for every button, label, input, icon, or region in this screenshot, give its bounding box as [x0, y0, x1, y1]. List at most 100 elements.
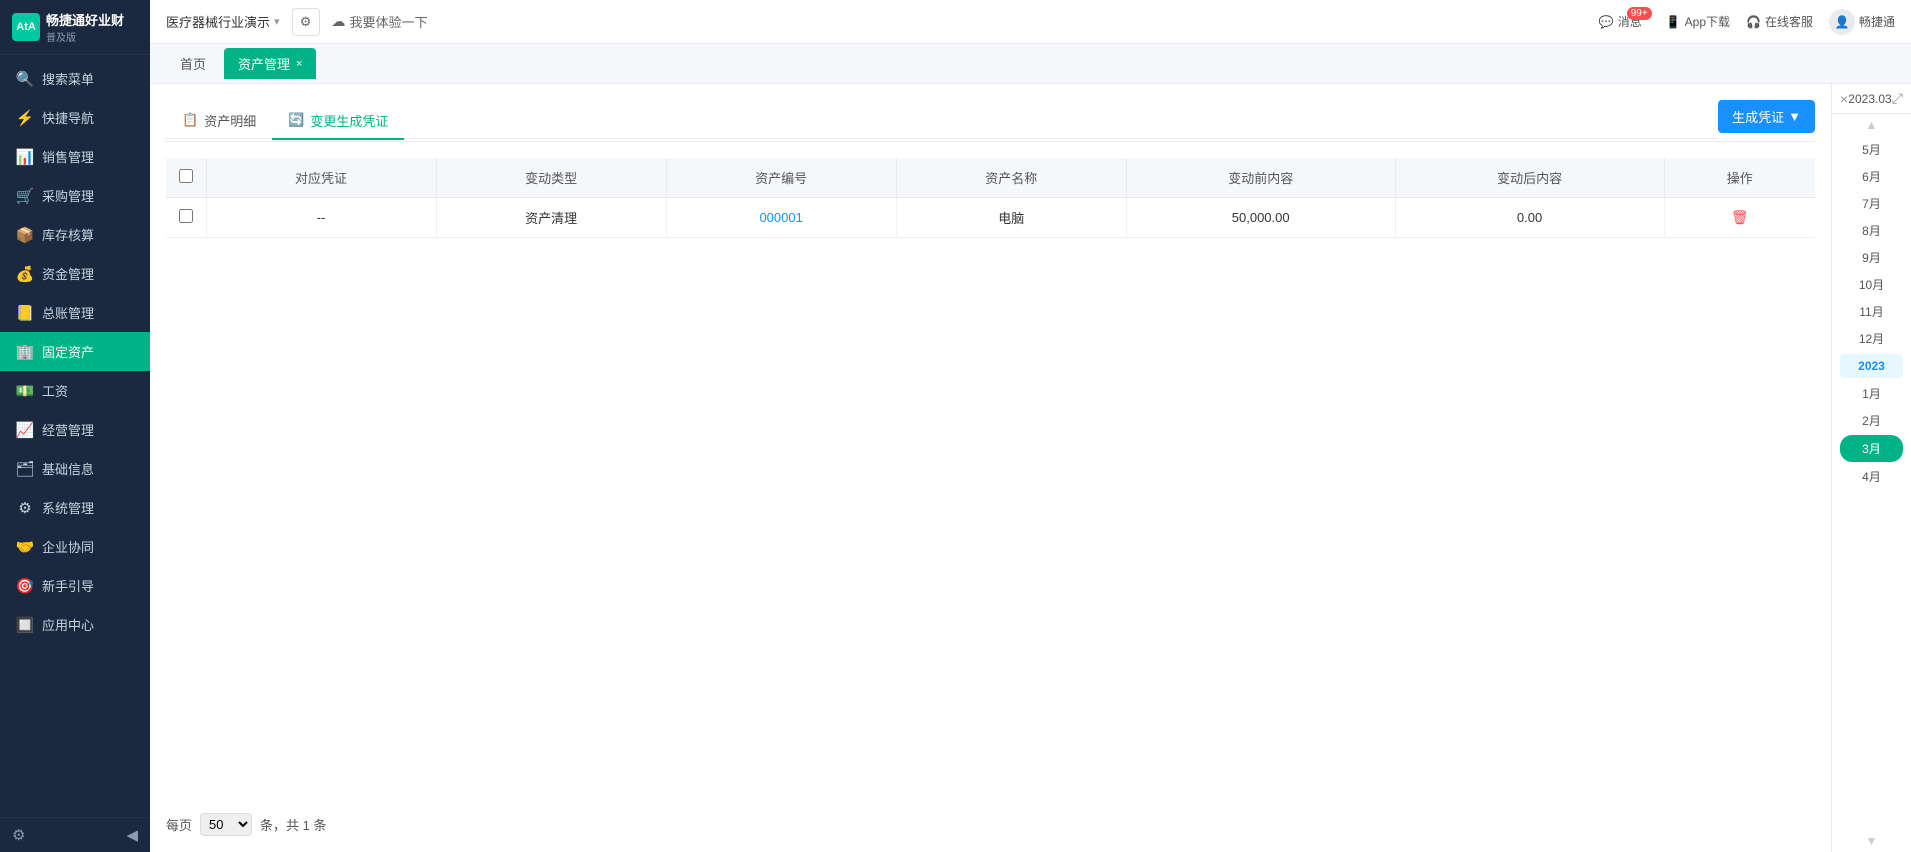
sidebar-item-cooperation[interactable]: 🤝 企业协同 — [0, 527, 150, 566]
sidebar-item-basic-info[interactable]: 🗂 基础信息 — [0, 449, 150, 488]
sidebar-label-finance: 资金管理 — [42, 264, 94, 283]
user-menu[interactable]: 👤 畅捷通 — [1829, 9, 1895, 35]
sidebar-label-app-center: 应用中心 — [42, 615, 94, 634]
sidebar-label-search: 搜索菜单 — [42, 69, 94, 88]
month-item-9[interactable]: 9月 — [1832, 244, 1911, 271]
scroll-up-button[interactable]: ▲ — [1832, 114, 1911, 136]
main-content: 📋 资产明细 🔄 变更生成凭证 生成凭证 ▼ — [150, 84, 1831, 852]
inventory-icon: 📦 — [16, 226, 34, 244]
generate-btn-label: 生成凭证 — [1732, 107, 1784, 126]
row-asset-name: 电脑 — [896, 198, 1126, 238]
col-header-asset-name: 资产名称 — [896, 158, 1126, 198]
sidebar: AtA 畅捷通好业财 普及版 🔍 搜索菜单 ⚡ 快捷导航 📊 销售管理 🛒 采购… — [0, 0, 150, 852]
app-label: App下载 — [1685, 13, 1730, 30]
sidebar-item-purchase[interactable]: 🛒 采购管理 — [0, 176, 150, 215]
month-item-11[interactable]: 11月 — [1832, 298, 1911, 325]
month-item-2023-1[interactable]: 1月 — [1832, 380, 1911, 407]
delete-row-button[interactable]: 🗑 — [1731, 209, 1749, 225]
sidebar-item-inventory[interactable]: 📦 库存核算 — [0, 215, 150, 254]
tab-close-icon[interactable]: × — [296, 58, 302, 70]
tab-home[interactable]: 首页 — [166, 48, 220, 79]
generate-voucher-button[interactable]: 生成凭证 ▼ — [1718, 100, 1815, 133]
sidebar-item-app-center[interactable]: 🔲 应用中心 — [0, 605, 150, 644]
sidebar-item-system[interactable]: ⚙ 系统管理 — [0, 488, 150, 527]
asset-tab-label: 资产管理 — [238, 54, 290, 73]
sidebar-item-sales[interactable]: 📊 销售管理 — [0, 137, 150, 176]
topbar-right: 💬 消息 99+ 📱 App下载 🎧 在线客服 👤 畅捷通 — [1599, 9, 1895, 35]
sidebar-item-fixed-assets[interactable]: 🏢 固定资产 — [0, 332, 150, 371]
sidebar-label-purchase: 采购管理 — [42, 186, 94, 205]
sub-tabs-row: 📋 资产明细 🔄 变更生成凭证 生成凭证 ▼ — [166, 100, 1815, 142]
month-item-2023-4[interactable]: 4月 — [1832, 463, 1911, 490]
panel-close-icon[interactable]: × — [1840, 91, 1848, 107]
sidebar-label-ledger: 总账管理 — [42, 303, 94, 322]
user-label: 畅捷通 — [1859, 13, 1895, 30]
table-row: -- 资产清理 000001 电脑 50,000.00 0.00 🗑 — [166, 198, 1815, 238]
sidebar-item-operations[interactable]: 📈 经营管理 — [0, 410, 150, 449]
month-list: 5月 6月 7月 8月 9月 10月 11月 12月 2023 1月 2月 3月… — [1832, 136, 1911, 830]
month-item-2023-3[interactable]: 3月 — [1840, 435, 1903, 462]
year-2023-header: 2023 — [1840, 354, 1903, 378]
row-after-content: 0.00 — [1395, 198, 1664, 238]
sidebar-item-finance[interactable]: 💰 资金管理 — [0, 254, 150, 293]
chevron-down-icon: ▾ — [274, 15, 280, 28]
sidebar-settings-icon[interactable]: ⚙ — [12, 826, 25, 844]
app-download-button[interactable]: 📱 App下载 — [1666, 13, 1730, 30]
panel-expand-icon[interactable]: ⤢ — [1892, 90, 1903, 107]
sidebar-label-basic-info: 基础信息 — [42, 459, 94, 478]
message-button[interactable]: 💬 消息 99+ — [1599, 13, 1642, 30]
tabbar: 首页 资产管理 × — [150, 44, 1911, 84]
col-header-asset-no: 资产编号 — [666, 158, 896, 198]
row-checkbox[interactable] — [179, 209, 193, 223]
guide-icon: 🎯 — [16, 577, 34, 595]
logo-icon: AtA — [12, 13, 40, 41]
sub-tab-change-voucher[interactable]: 🔄 变更生成凭证 — [272, 103, 404, 140]
row-asset-no[interactable]: 000001 — [666, 198, 896, 238]
sub-tab-asset-detail[interactable]: 📋 资产明细 — [166, 103, 272, 140]
sidebar-bottom: ⚙ ◀ — [0, 817, 150, 852]
sidebar-item-salary[interactable]: 💵 工资 — [0, 371, 150, 410]
company-selector[interactable]: 医疗器械行业演示 ▾ — [166, 12, 280, 31]
asset-table: 对应凭证 变动类型 资产编号 资产名称 变动前内容 变动后内容 操作 — [166, 158, 1815, 238]
scroll-down-button[interactable]: ▼ — [1832, 830, 1911, 852]
main-area: 医疗器械行业演示 ▾ ⚙ ☁ 我要体验一下 💬 消息 99+ 📱 App下载 🎧… — [150, 0, 1911, 852]
month-item-8[interactable]: 8月 — [1832, 217, 1911, 244]
sidebar-item-search[interactable]: 🔍 搜索菜单 — [0, 59, 150, 98]
tab-asset-management[interactable]: 资产管理 × — [224, 48, 316, 79]
month-item-10[interactable]: 10月 — [1832, 271, 1911, 298]
sidebar-label-quick-nav: 快捷导航 — [42, 108, 94, 127]
month-item-6[interactable]: 6月 — [1832, 163, 1911, 190]
row-action-cell: 🗑 — [1664, 198, 1815, 238]
month-item-7[interactable]: 7月 — [1832, 190, 1911, 217]
col-header-voucher: 对应凭证 — [206, 158, 436, 198]
user-icon: 👤 — [1835, 15, 1850, 29]
month-item-5[interactable]: 5月 — [1832, 136, 1911, 163]
salary-icon: 💵 — [16, 382, 34, 400]
total-text: 条，共 1 条 — [260, 815, 326, 834]
experience-button[interactable]: ☁ 我要体验一下 — [332, 12, 428, 31]
topbar-settings-button[interactable]: ⚙ — [292, 8, 320, 36]
quick-nav-icon: ⚡ — [16, 109, 34, 127]
basic-info-icon: 🗂 — [16, 460, 34, 478]
avatar: 👤 — [1829, 9, 1855, 35]
month-item-2023-2[interactable]: 2月 — [1832, 407, 1911, 434]
col-header-after: 变动后内容 — [1395, 158, 1664, 198]
table-header-checkbox — [166, 158, 206, 198]
sidebar-label-fixed-assets: 固定资产 — [42, 342, 94, 361]
cloud-icon: ☁ — [332, 13, 346, 30]
sidebar-item-quick-nav[interactable]: ⚡ 快捷导航 — [0, 98, 150, 137]
month-item-12[interactable]: 12月 — [1832, 325, 1911, 352]
online-service-button[interactable]: 🎧 在线客服 — [1746, 13, 1813, 30]
home-label: 首页 — [180, 54, 206, 73]
sidebar-label-guide: 新手引导 — [42, 576, 94, 595]
data-table-container: 对应凭证 变动类型 资产编号 资产名称 变动前内容 变动后内容 操作 — [166, 158, 1815, 803]
sidebar-item-guide[interactable]: 🎯 新手引导 — [0, 566, 150, 605]
app-center-icon: 🔲 — [16, 616, 34, 634]
select-all-checkbox[interactable] — [179, 169, 193, 183]
sidebar-item-ledger[interactable]: 📒 总账管理 — [0, 293, 150, 332]
service-label: 在线客服 — [1765, 13, 1813, 30]
sidebar-collapse-icon[interactable]: ◀ — [126, 826, 138, 844]
per-page-select[interactable]: 50 10 20 100 — [200, 813, 252, 836]
per-page-label: 每页 — [166, 815, 192, 834]
logo-title: 畅捷通好业财 — [46, 13, 124, 28]
